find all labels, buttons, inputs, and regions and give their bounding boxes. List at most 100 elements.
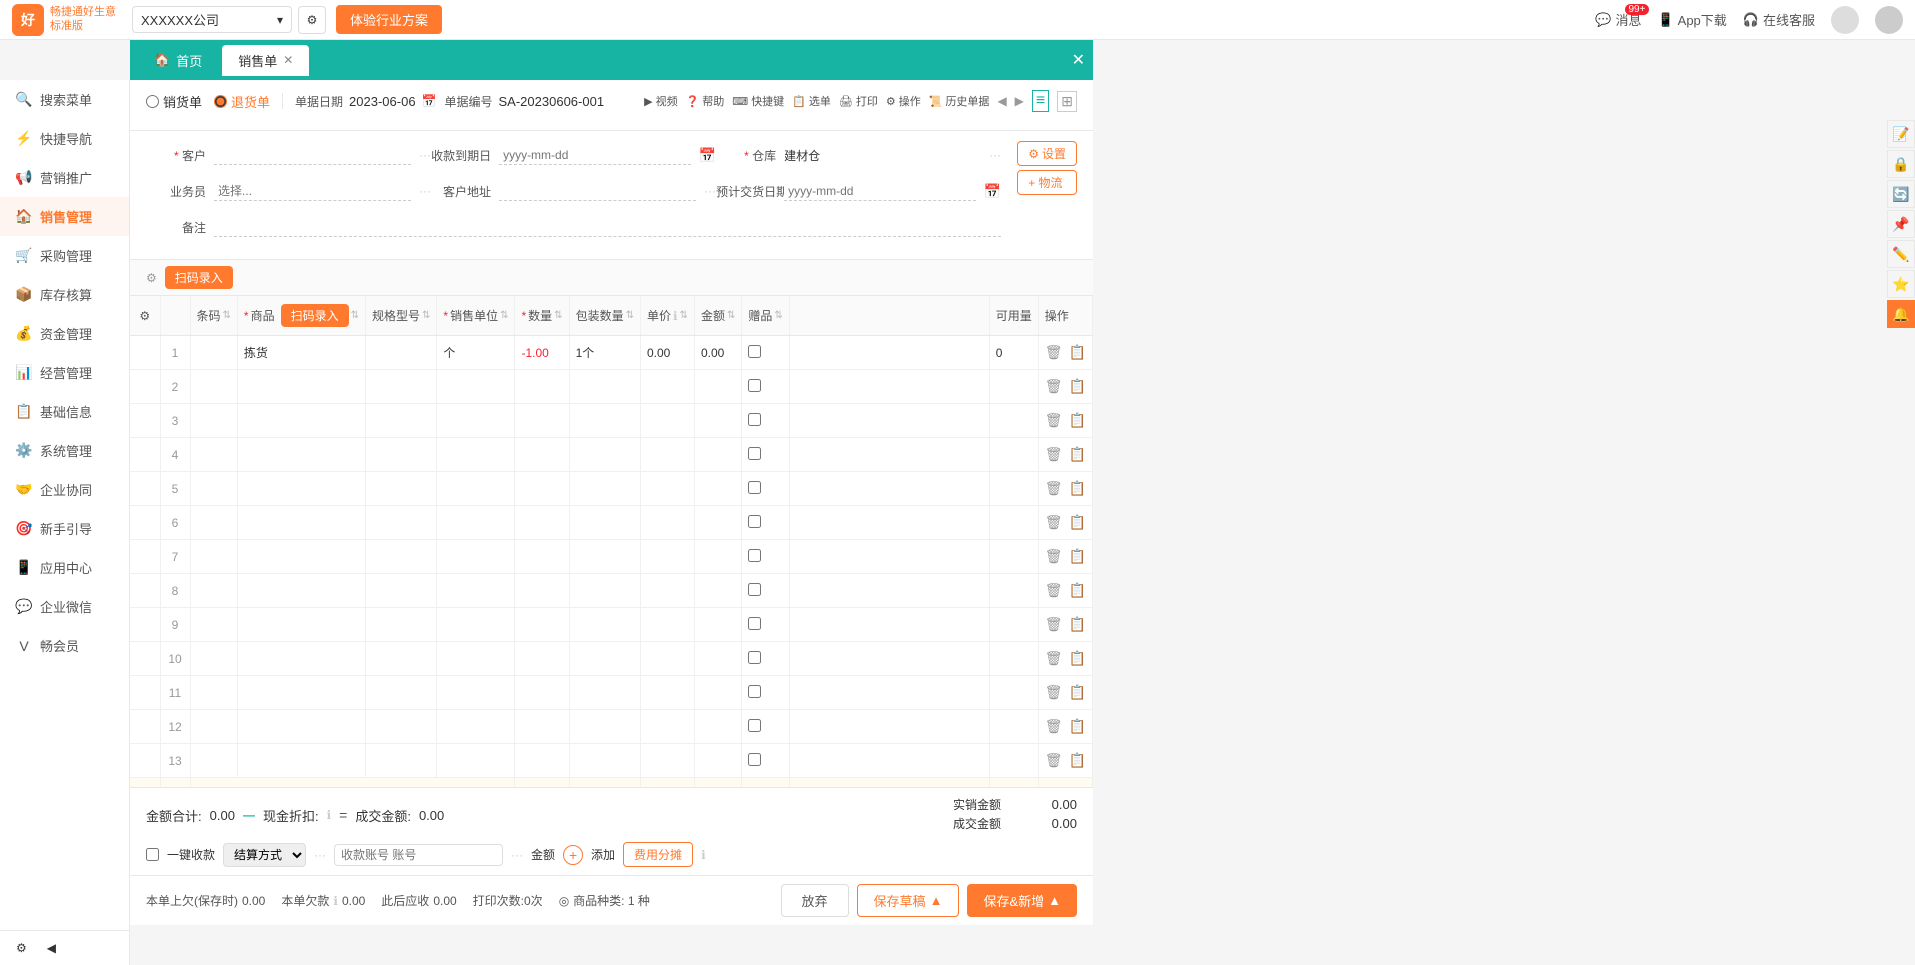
avatar[interactable] (1831, 6, 1859, 34)
delete-icon[interactable]: 🗑 (1045, 548, 1063, 565)
nav-next-icon[interactable]: ▶ (1015, 94, 1024, 108)
delete-icon[interactable]: 🗑 (1045, 684, 1063, 701)
print-btn[interactable]: 🖨 打印 (839, 93, 878, 109)
one-click-pay-checkbox[interactable] (146, 848, 159, 861)
warehouse-dots-icon[interactable]: ··· (989, 148, 1001, 162)
save-draft-button[interactable]: 保存草稿 ▲ (857, 884, 960, 917)
help-btn[interactable]: ❓ 帮助 (686, 93, 725, 109)
sort-pack-icon[interactable]: ⇅ (626, 310, 634, 321)
delivery-calendar-icon[interactable]: 📅 (984, 183, 1001, 200)
delete-icon[interactable]: 🗑 (1045, 378, 1063, 395)
copy-icon[interactable]: 📋 (1069, 514, 1086, 531)
copy-icon[interactable]: 📋 (1069, 446, 1086, 463)
company-selector[interactable]: XXXXXX公司 ▾ (132, 6, 292, 33)
logistics-button[interactable]: + 物流 (1017, 170, 1077, 195)
add-button[interactable]: + (563, 845, 583, 865)
save-new-button[interactable]: 保存&新增 ▲ (967, 884, 1077, 917)
copy-icon[interactable]: 📋 (1069, 582, 1086, 599)
settings-gear-icon[interactable]: ⚙ (298, 6, 326, 34)
rt-btn-4[interactable]: 📌 (1887, 210, 1915, 238)
copy-icon[interactable]: 📋 (1069, 752, 1086, 769)
copy-icon[interactable]: 📋 (1069, 412, 1086, 429)
experience-button[interactable]: 体验行业方案 (336, 5, 442, 34)
delete-icon[interactable]: 🗑 (1045, 650, 1063, 667)
online-support-button[interactable]: 🎧 在线客服 (1743, 10, 1815, 29)
sort-price-icon[interactable]: ⇅ (680, 310, 688, 321)
expense-tab-button[interactable]: 费用分摊 (623, 842, 693, 867)
delete-icon[interactable]: 🗑 (1045, 582, 1063, 599)
copy-icon[interactable]: 📋 (1069, 548, 1086, 565)
copy-icon[interactable]: 📋 (1069, 616, 1086, 633)
payment-method-dots-icon[interactable]: ··· (314, 848, 326, 862)
table-settings-icon[interactable]: ⚙ (146, 271, 157, 285)
sort-spec-icon[interactable]: ⇅ (422, 310, 430, 321)
scan-product-button[interactable]: 扫码录入 (281, 304, 349, 327)
user-avatar2[interactable] (1875, 6, 1903, 34)
tab-home[interactable]: 🏠 首页 (138, 45, 218, 76)
payment-method-select[interactable]: 结算方式 (223, 843, 306, 867)
cash-discount-info-icon[interactable]: ℹ (327, 808, 332, 822)
delete-icon[interactable]: 🗑 (1045, 480, 1063, 497)
rt-btn-1[interactable]: 📝 (1887, 120, 1915, 148)
copy-icon[interactable]: 📋 (1069, 684, 1086, 701)
info-icon[interactable]: ℹ (673, 309, 678, 323)
tab-close-icon[interactable]: ✕ (283, 53, 293, 67)
sort-gift-icon[interactable]: ⇅ (774, 310, 782, 321)
rt-btn-5[interactable]: ✏️ (1887, 240, 1915, 268)
delete-icon[interactable]: 🗑 (1045, 616, 1063, 633)
expected-delivery-input[interactable] (784, 182, 976, 201)
settings-side-button[interactable]: ⚙ 设置 (1017, 141, 1077, 166)
copy-icon[interactable]: 📋 (1069, 344, 1086, 361)
delete-icon[interactable]: 🗑 (1045, 446, 1063, 463)
delete-icon[interactable]: 🗑 (1045, 412, 1063, 429)
radio-return[interactable]: 退货单 (214, 92, 270, 111)
sidebar-item-purchase[interactable]: 🛒 采购管理 (0, 236, 129, 275)
sort-amount-icon[interactable]: ⇅ (727, 310, 735, 321)
info-circle-icon[interactable]: ℹ (333, 894, 338, 908)
view-grid-icon[interactable]: ⊞ (1057, 91, 1077, 112)
sidebar-item-sales[interactable]: 🏠 销售管理 (0, 197, 129, 236)
sidebar-item-member[interactable]: V 畅会员 (0, 626, 129, 665)
sidebar-item-operations[interactable]: 📊 经营管理 (0, 353, 129, 392)
cell-gift-1[interactable] (742, 336, 789, 370)
history-btn[interactable]: 📜 历史单据 (929, 93, 990, 109)
customer-addr-input[interactable] (499, 182, 696, 201)
sort-barcode-icon[interactable]: ⇅ (223, 310, 231, 321)
sidebar-settings-icon[interactable]: ⚙ (16, 941, 27, 955)
account-dots-icon[interactable]: ··· (511, 848, 523, 862)
addr-dots-icon[interactable]: ··· (704, 184, 716, 198)
expense-info-icon[interactable]: ℹ (701, 848, 706, 862)
customer-input[interactable] (214, 146, 411, 165)
sidebar-item-app-center[interactable]: 📱 应用中心 (0, 548, 129, 587)
sidebar-item-marketing[interactable]: 📢 营销推广 (0, 158, 129, 197)
rt-btn-6[interactable]: ⭐ (1887, 270, 1915, 298)
sidebar-item-enterprise[interactable]: 🤝 企业协同 (0, 470, 129, 509)
message-button[interactable]: 💬 消息 99+ (1595, 10, 1641, 29)
sidebar-item-search[interactable]: 🔍 搜索菜单 (0, 80, 129, 119)
salesperson-input[interactable] (214, 182, 411, 201)
rt-btn-2[interactable]: 🔒 (1887, 150, 1915, 178)
copy-icon[interactable]: 📋 (1069, 650, 1086, 667)
payment-due-input[interactable] (499, 146, 691, 165)
delete-icon[interactable]: 🗑 (1045, 752, 1063, 769)
rt-btn-7[interactable]: 🔔 (1887, 300, 1915, 328)
app-download-button[interactable]: 📱 App下载 (1657, 10, 1726, 29)
sidebar-item-quick-nav[interactable]: ⚡ 快捷导航 (0, 119, 129, 158)
shortcut-btn[interactable]: ⌨ 快捷键 (732, 93, 784, 109)
sort-product-icon[interactable]: ⇅ (351, 310, 359, 321)
delete-icon[interactable]: 🗑 (1045, 514, 1063, 531)
sidebar-collapse-icon[interactable]: ◀ (47, 941, 56, 955)
sidebar-item-system[interactable]: ⚙️ 系统管理 (0, 431, 129, 470)
cell-spec-1[interactable] (366, 336, 437, 370)
salesperson-dots-icon[interactable]: ··· (419, 184, 431, 198)
sort-unit-icon[interactable]: ⇅ (500, 310, 508, 321)
select-btn[interactable]: 📋 选单 (792, 93, 831, 109)
sidebar-item-finance[interactable]: 💰 资金管理 (0, 314, 129, 353)
calendar-icon[interactable]: 📅 (422, 94, 437, 108)
delete-icon[interactable]: 🗑 (1045, 718, 1063, 735)
operate-btn[interactable]: ⚙ 操作 (886, 93, 921, 109)
sidebar-item-inventory[interactable]: 📦 库存核算 (0, 275, 129, 314)
view-list-icon[interactable]: ≡ (1032, 90, 1049, 112)
payment-due-calendar-icon[interactable]: 📅 (699, 147, 716, 164)
video-btn[interactable]: ▶ 视频 (644, 93, 677, 109)
